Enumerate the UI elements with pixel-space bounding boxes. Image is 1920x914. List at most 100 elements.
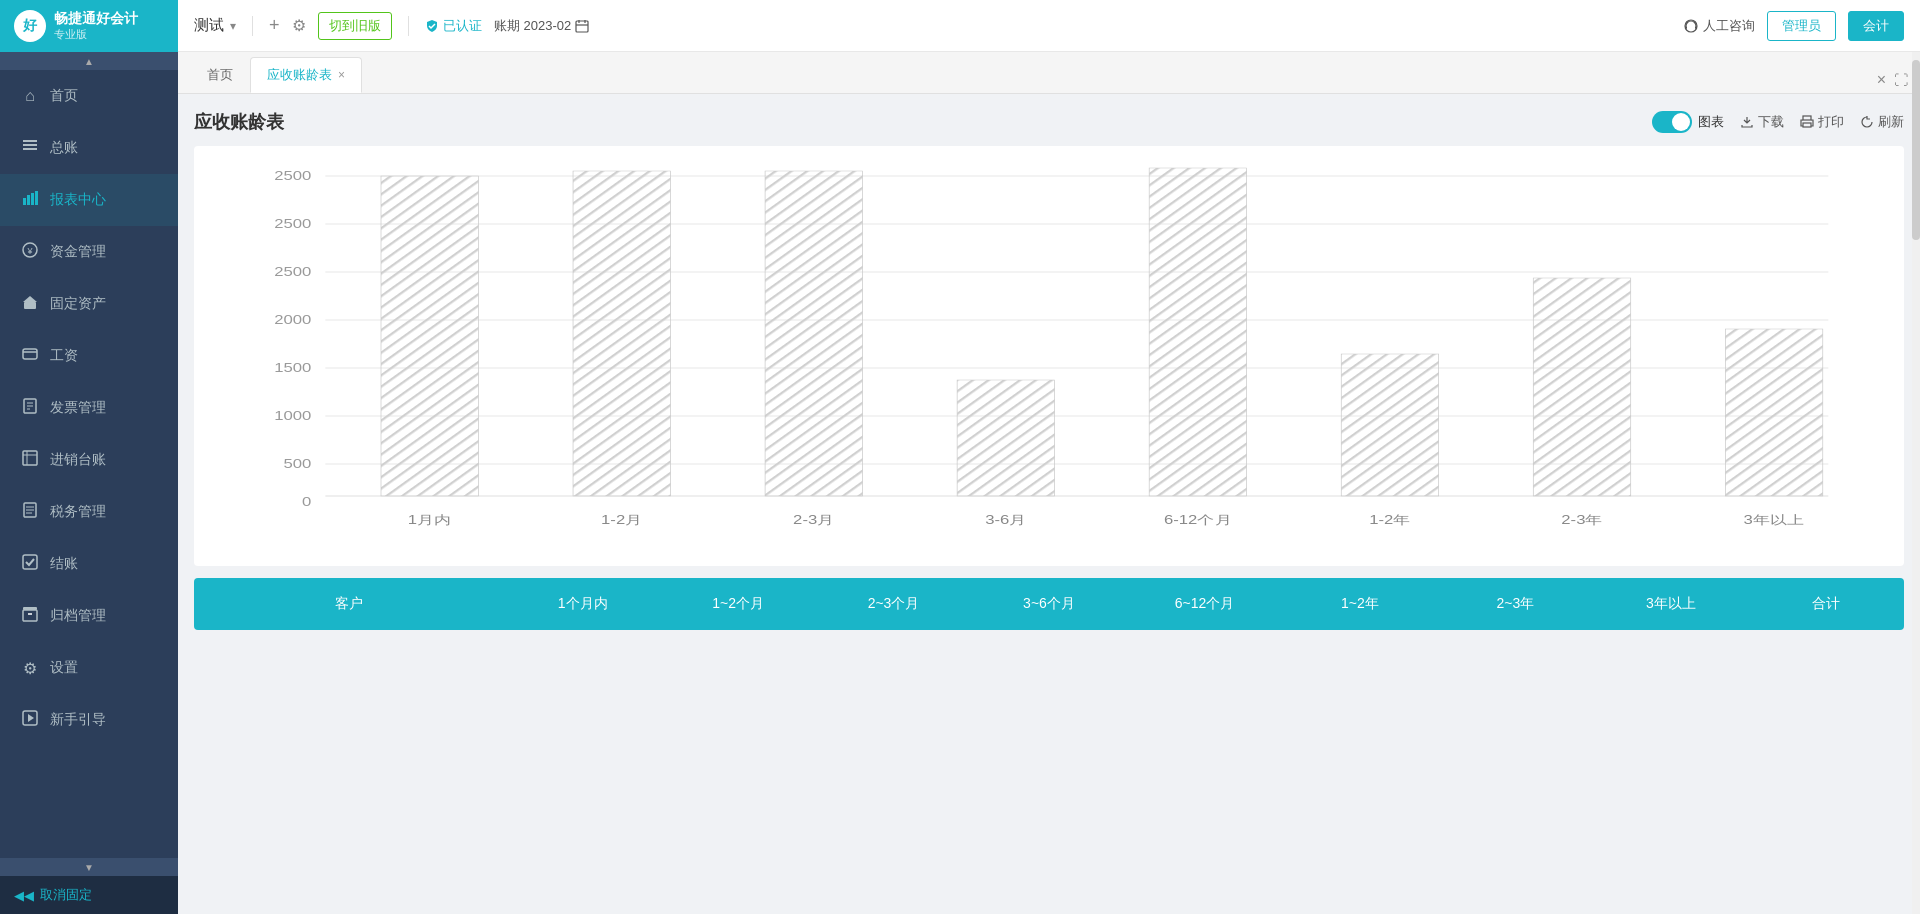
scroll-thumb[interactable] xyxy=(1912,60,1920,240)
chart-toggle-group: 图表 xyxy=(1652,111,1724,133)
sidebar-item-settings-label: 设置 xyxy=(50,659,78,677)
window-expand-btn[interactable]: ⛶ xyxy=(1894,72,1908,88)
sidebar-item-closing-label: 结账 xyxy=(50,555,78,573)
sidebar-item-tax[interactable]: 税务管理 xyxy=(0,486,178,538)
sidebar-item-invoices[interactable]: 发票管理 xyxy=(0,382,178,434)
fixed-assets-icon xyxy=(20,294,40,314)
calendar-icon[interactable] xyxy=(575,19,589,33)
chart-container: 2500 2500 2500 2000 1500 1000 500 0 xyxy=(194,146,1904,566)
bar-1 xyxy=(381,176,478,496)
sidebar-item-ledger[interactable]: 总账 xyxy=(0,122,178,174)
sidebar-item-closing[interactable]: 结账 xyxy=(0,538,178,590)
table-container: 客户 1个月内 1~2个月 2~3个月 3~6个月 6~12个月 1~2年 2~… xyxy=(194,578,1904,630)
svg-text:2000: 2000 xyxy=(274,313,311,326)
settings-icon: ⚙ xyxy=(20,659,40,678)
service-btn[interactable]: 人工咨询 xyxy=(1683,17,1755,35)
sidebar-item-invoices-label: 发票管理 xyxy=(50,399,106,417)
window-close-btn[interactable]: × xyxy=(1877,71,1886,89)
svg-text:3年以上: 3年以上 xyxy=(1744,513,1805,526)
svg-rect-37 xyxy=(1803,116,1811,120)
chart-area: 2500 2500 2500 2000 1500 1000 500 0 xyxy=(214,166,1884,546)
svg-rect-24 xyxy=(23,555,37,569)
svg-rect-17 xyxy=(23,451,37,465)
svg-text:2500: 2500 xyxy=(274,169,311,182)
sidebar-item-settings[interactable]: ⚙ 设置 xyxy=(0,642,178,694)
bar-3 xyxy=(765,171,862,496)
download-icon xyxy=(1740,115,1754,129)
col-2-3years: 2~3年 xyxy=(1438,578,1593,630)
accountant-role-btn[interactable]: 会计 xyxy=(1848,11,1904,41)
sidebar-item-sales-ledger-label: 进销台账 xyxy=(50,451,106,469)
sidebar-scroll-up[interactable]: ▲ xyxy=(0,52,178,70)
sidebar-item-archive[interactable]: 归档管理 xyxy=(0,590,178,642)
svg-rect-35 xyxy=(1685,26,1687,29)
tab-ar-aging[interactable]: 应收账龄表 × xyxy=(250,57,362,93)
page-actions: 图表 下载 打印 xyxy=(1652,111,1904,133)
manager-role-btn[interactable]: 管理员 xyxy=(1767,11,1836,41)
sidebar-item-archive-label: 归档管理 xyxy=(50,607,106,625)
tab-home-label: 首页 xyxy=(207,66,233,84)
svg-text:3-6月: 3-6月 xyxy=(985,513,1026,526)
app-name: 畅捷通好会计 xyxy=(54,10,138,27)
sidebar-item-salary[interactable]: 工资 xyxy=(0,330,178,382)
header-actions: 人工咨询 管理员 会计 xyxy=(1683,11,1904,41)
print-btn[interactable]: 打印 xyxy=(1800,113,1844,131)
divider-2 xyxy=(408,16,409,36)
svg-rect-2 xyxy=(23,148,37,150)
sidebar-item-fixed-assets[interactable]: 固定资产 xyxy=(0,278,178,330)
tutorial-icon xyxy=(20,710,40,730)
svg-text:1000: 1000 xyxy=(274,409,311,422)
main-area: 测试 ▾ + ⚙ 切到旧版 已认证 账期 2023-02 xyxy=(178,0,1920,914)
company-name[interactable]: 测试 ▾ xyxy=(194,16,236,35)
svg-rect-36 xyxy=(1695,26,1697,29)
sidebar-item-home[interactable]: ⌂ 首页 xyxy=(0,70,178,122)
tab-close-btn[interactable]: × xyxy=(338,68,345,82)
svg-rect-3 xyxy=(23,198,26,205)
col-1month: 1个月内 xyxy=(505,578,660,630)
svg-rect-25 xyxy=(23,610,37,621)
app-logo: 好 畅捷通好会计 专业版 xyxy=(0,0,178,52)
sidebar-scroll-down[interactable]: ▼ xyxy=(0,858,178,876)
switch-version-btn[interactable]: 切到旧版 xyxy=(318,12,392,40)
funds-icon: ¥ xyxy=(20,242,40,262)
sidebar-item-ledger-label: 总账 xyxy=(50,139,78,157)
sidebar-item-reports[interactable]: 报表中心 xyxy=(0,174,178,226)
col-1-2months: 1~2个月 xyxy=(660,578,815,630)
sidebar-item-salary-label: 工资 xyxy=(50,347,78,365)
svg-text:2500: 2500 xyxy=(274,217,311,230)
refresh-btn[interactable]: 刷新 xyxy=(1860,113,1904,131)
logo-text-block: 畅捷通好会计 专业版 xyxy=(54,10,138,42)
svg-text:2500: 2500 xyxy=(274,265,311,278)
download-btn[interactable]: 下载 xyxy=(1740,113,1784,131)
tab-ar-aging-label: 应收账龄表 xyxy=(267,66,332,84)
svg-rect-1 xyxy=(23,144,37,146)
bar-6 xyxy=(1341,354,1438,496)
col-customer: 客户 xyxy=(194,578,505,630)
svg-text:0: 0 xyxy=(302,495,311,508)
top-header: 测试 ▾ + ⚙ 切到旧版 已认证 账期 2023-02 xyxy=(178,0,1920,52)
certified-badge: 已认证 xyxy=(425,17,482,35)
add-btn[interactable]: + xyxy=(269,15,280,36)
divider-1 xyxy=(252,16,253,36)
sidebar-item-tutorial[interactable]: 新手引导 xyxy=(0,694,178,746)
period-display: 账期 2023-02 xyxy=(494,17,590,35)
col-3-6months: 3~6个月 xyxy=(971,578,1126,630)
svg-text:¥: ¥ xyxy=(26,246,33,256)
page-title: 应收账龄表 xyxy=(194,110,284,134)
cancel-fixed-btn[interactable]: ◀◀ 取消固定 xyxy=(0,876,178,914)
bar-5 xyxy=(1149,168,1246,496)
tab-home[interactable]: 首页 xyxy=(190,57,250,93)
svg-text:1-2年: 1-2年 xyxy=(1369,513,1410,526)
col-3plus-years: 3年以上 xyxy=(1593,578,1748,630)
archive-icon xyxy=(20,606,40,626)
sidebar-item-fixed-assets-label: 固定资产 xyxy=(50,295,106,313)
sidebar-item-tax-label: 税务管理 xyxy=(50,503,106,521)
sidebar-item-sales-ledger[interactable]: 进销台账 xyxy=(0,434,178,486)
company-dropdown-icon[interactable]: ▾ xyxy=(230,19,236,33)
sidebar: 好 畅捷通好会计 专业版 ▲ ⌂ 首页 总账 报表中心 ¥ 资金管理 xyxy=(0,0,178,914)
chart-toggle[interactable] xyxy=(1652,111,1692,133)
sidebar-item-funds[interactable]: ¥ 资金管理 xyxy=(0,226,178,278)
svg-point-34 xyxy=(1685,20,1697,32)
svg-rect-9 xyxy=(24,302,36,309)
settings-btn[interactable]: ⚙ xyxy=(292,16,306,35)
